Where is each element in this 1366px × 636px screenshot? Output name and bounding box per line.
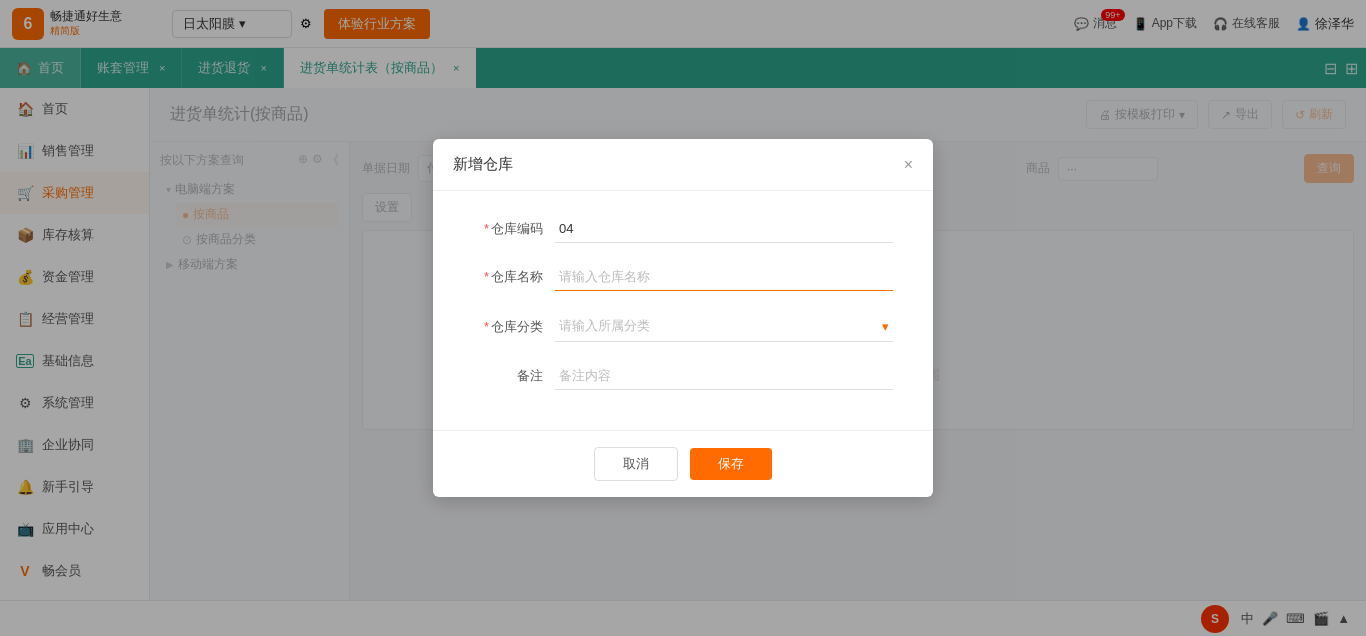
modal-header: 新增仓库 × (433, 139, 933, 191)
category-select[interactable]: 请输入所属分类 ▾ (555, 311, 893, 342)
form-row-note: 备注 (473, 362, 893, 390)
category-placeholder: 请输入所属分类 (559, 317, 650, 335)
code-input[interactable] (555, 215, 893, 243)
cancel-button[interactable]: 取消 (594, 447, 678, 481)
save-button[interactable]: 保存 (690, 448, 772, 480)
modal-body: 仓库编码 仓库名称 仓库分类 请输入所属分类 ▾ 备注 (433, 191, 933, 430)
note-input[interactable] (555, 362, 893, 390)
name-label: 仓库名称 (473, 268, 543, 286)
category-label: 仓库分类 (473, 318, 543, 336)
modal-close-button[interactable]: × (904, 156, 913, 174)
form-row-name: 仓库名称 (473, 263, 893, 291)
form-row-code: 仓库编码 (473, 215, 893, 243)
new-warehouse-modal: 新增仓库 × 仓库编码 仓库名称 仓库分类 请输入所属分类 ▾ (433, 139, 933, 497)
form-row-category: 仓库分类 请输入所属分类 ▾ (473, 311, 893, 342)
modal-title: 新增仓库 (453, 155, 513, 174)
note-label: 备注 (473, 367, 543, 385)
category-chevron-icon: ▾ (882, 319, 889, 334)
code-label: 仓库编码 (473, 220, 543, 238)
modal-footer: 取消 保存 (433, 430, 933, 497)
modal-overlay: 新增仓库 × 仓库编码 仓库名称 仓库分类 请输入所属分类 ▾ (0, 0, 1366, 636)
name-input[interactable] (555, 263, 893, 291)
